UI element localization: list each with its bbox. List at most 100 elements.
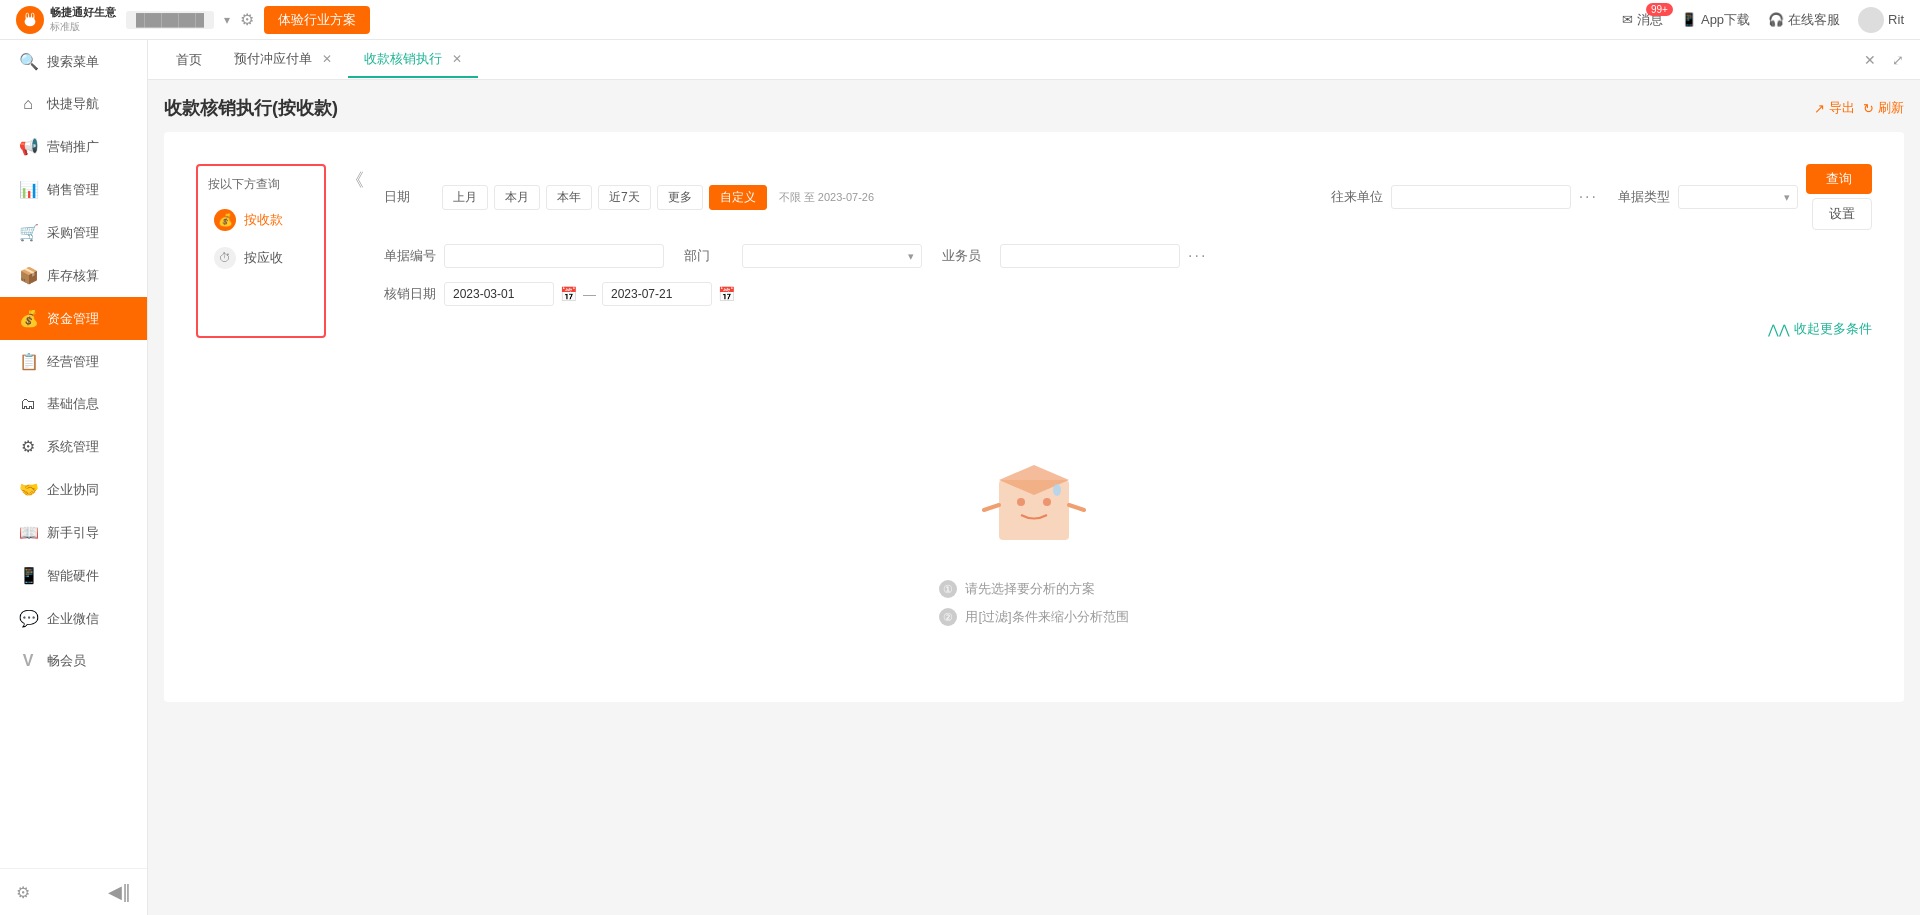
sidebar-item-wechat[interactable]: 💬 企业微信 bbox=[0, 597, 147, 640]
sidebar-item-guide[interactable]: 📖 新手引导 bbox=[0, 511, 147, 554]
refresh-button[interactable]: ↻ 刷新 bbox=[1863, 99, 1904, 117]
doc-no-input[interactable] bbox=[444, 244, 664, 268]
sidebar-label-system: 系统管理 bbox=[47, 438, 99, 456]
partner-input[interactable] bbox=[1391, 185, 1571, 209]
sidebar-collapse-icon[interactable]: ◀‖ bbox=[108, 881, 131, 903]
date-last-month-btn[interactable]: 上月 bbox=[442, 185, 488, 210]
verify-date-start-calendar-icon[interactable]: 📅 bbox=[560, 286, 577, 302]
query-button[interactable]: 查询 bbox=[1806, 164, 1872, 194]
date-more-btn[interactable]: 更多 bbox=[657, 185, 703, 210]
system-icon: ⚙ bbox=[19, 437, 37, 456]
online-service-button[interactable]: 🎧 在线客服 bbox=[1768, 11, 1840, 29]
doc-no-field: 单据编号 bbox=[384, 244, 664, 268]
export-icon: ↗ bbox=[1814, 101, 1825, 116]
app-download-button[interactable]: 📱 App下载 bbox=[1681, 11, 1750, 29]
doc-type-select-wrap bbox=[1678, 185, 1798, 209]
wechat-icon: 💬 bbox=[19, 609, 37, 628]
verify-date-end-calendar-icon[interactable]: 📅 bbox=[718, 286, 735, 302]
sidebar-item-finance[interactable]: 💰 资金管理 bbox=[0, 297, 147, 340]
sidebar-label-operation: 经营管理 bbox=[47, 353, 99, 371]
collapse-arrow-icon: ⋀⋀ bbox=[1768, 322, 1790, 337]
tab-home[interactable]: 首页 bbox=[160, 43, 218, 77]
tab-prepay[interactable]: 预付冲应付单 ✕ bbox=[218, 42, 348, 78]
sidebar-item-inventory[interactable]: 📦 库存核算 bbox=[0, 254, 147, 297]
staff-input[interactable] bbox=[1000, 244, 1180, 268]
filter-collapse-button[interactable]: 《 bbox=[342, 164, 368, 196]
sidebar-item-device[interactable]: 📱 智能硬件 bbox=[0, 554, 147, 597]
date-this-year-btn[interactable]: 本年 bbox=[546, 185, 592, 210]
empty-svg bbox=[969, 430, 1099, 560]
filter-row-2: 单据编号 部门 bbox=[384, 244, 1872, 268]
tab-expand-icon[interactable]: ⤢ bbox=[1888, 48, 1908, 72]
home-icon: ⌂ bbox=[19, 95, 37, 113]
sidebar-label-quicknav: 快捷导航 bbox=[47, 95, 99, 113]
doc-type-label: 单据类型 bbox=[1618, 188, 1670, 206]
sidebar-label-basic: 基础信息 bbox=[47, 395, 99, 413]
message-badge: 99+ bbox=[1646, 3, 1673, 16]
sidebar-item-member[interactable]: V 畅会员 bbox=[0, 640, 147, 682]
app-icon: 📱 bbox=[1681, 12, 1697, 27]
enterprise-icon: 🤝 bbox=[19, 480, 37, 499]
collapse-more-conditions-button[interactable]: ⋀⋀ 收起更多条件 bbox=[384, 320, 1872, 338]
sidebar-item-operation[interactable]: 📋 经营管理 bbox=[0, 340, 147, 383]
user-name: Rit bbox=[1888, 12, 1904, 27]
sidebar-item-marketing[interactable]: 📢 营销推广 bbox=[0, 125, 147, 168]
page-title: 收款核销执行(按收款) bbox=[164, 96, 338, 120]
filter-form: 日期 上月 本月 本年 近7天 更多 自定义 bbox=[384, 164, 1872, 338]
filter-option-by-receivable[interactable]: ⏱ 按应收 bbox=[208, 239, 314, 277]
staff-label: 业务员 bbox=[942, 247, 992, 265]
sidebar-settings-icon[interactable]: ⚙ bbox=[16, 883, 30, 902]
sidebar-item-quicknav[interactable]: ⌂ 快捷导航 bbox=[0, 83, 147, 125]
filter-option-by-receipt[interactable]: 💰 按收款 bbox=[208, 201, 314, 239]
tab-close-all-icon[interactable]: ✕ bbox=[1860, 48, 1880, 72]
sidebar-item-basic[interactable]: 🗂 基础信息 bbox=[0, 383, 147, 425]
verify-date-start-input[interactable]: 2023-03-01 bbox=[444, 282, 554, 306]
sales-icon: 📊 bbox=[19, 180, 37, 199]
tab-collection[interactable]: 收款核销执行 ✕ bbox=[348, 42, 478, 78]
sidebar-item-purchase[interactable]: 🛒 采购管理 bbox=[0, 211, 147, 254]
messages-button[interactable]: ✉ 消息 99+ bbox=[1622, 11, 1663, 29]
company-dropdown-icon[interactable]: ▾ bbox=[224, 13, 230, 27]
export-button[interactable]: ↗ 导出 bbox=[1814, 99, 1855, 117]
verify-date-end-input[interactable]: 2023-07-21 bbox=[602, 282, 712, 306]
sidebar-item-enterprise[interactable]: 🤝 企业协同 bbox=[0, 468, 147, 511]
doc-type-select[interactable] bbox=[1678, 185, 1798, 209]
sidebar-item-search[interactable]: 🔍 搜索菜单 bbox=[0, 40, 147, 83]
dept-select-wrap bbox=[742, 244, 922, 268]
date-custom-btn[interactable]: 自定义 bbox=[709, 185, 767, 210]
tab-prepay-close[interactable]: ✕ bbox=[322, 52, 332, 66]
doc-type-field: 单据类型 查询 设置 bbox=[1618, 164, 1872, 230]
dept-select[interactable] bbox=[742, 244, 922, 268]
sidebar-label-marketing: 营销推广 bbox=[47, 138, 99, 156]
sidebar-item-system[interactable]: ⚙ 系统管理 bbox=[0, 425, 147, 468]
partner-label: 往来单位 bbox=[1331, 188, 1383, 206]
date-7days-btn[interactable]: 近7天 bbox=[598, 185, 651, 210]
date-field: 日期 上月 本月 本年 近7天 更多 自定义 bbox=[384, 185, 874, 210]
refresh-icon: ↻ bbox=[1863, 101, 1874, 116]
verify-date-label: 核销日期 bbox=[384, 285, 436, 303]
date-range-separator: — bbox=[583, 287, 596, 302]
doc-no-label: 单据编号 bbox=[384, 247, 436, 265]
logo-icon bbox=[16, 6, 44, 34]
filter-panel-wrapper: 按以下方查询 💰 按收款 ⏱ 按应收 《 bbox=[164, 132, 1904, 702]
filter-sidebar-title: 按以下方查询 bbox=[208, 176, 314, 193]
hint-num-2: ② bbox=[939, 608, 957, 626]
sidebar-bottom: ⚙ ◀‖ bbox=[0, 868, 147, 915]
user-profile[interactable]: Rit bbox=[1858, 7, 1904, 33]
svg-line-10 bbox=[984, 505, 999, 510]
tab-bar-actions: ✕ ⤢ bbox=[1860, 48, 1908, 72]
industry-solution-button[interactable]: 体验行业方案 bbox=[264, 6, 370, 34]
sidebar-item-sales[interactable]: 📊 销售管理 bbox=[0, 168, 147, 211]
gear-icon[interactable]: ⚙ bbox=[240, 10, 254, 29]
company-name-display: ████████ bbox=[126, 11, 214, 29]
sidebar-label-device: 智能硬件 bbox=[47, 567, 99, 585]
dept-field: 部门 bbox=[684, 244, 922, 268]
inventory-icon: 📦 bbox=[19, 266, 37, 285]
date-this-month-btn[interactable]: 本月 bbox=[494, 185, 540, 210]
top-bar-right: ✉ 消息 99+ 📱 App下载 🎧 在线客服 Rit bbox=[1622, 7, 1904, 33]
staff-more-icon[interactable]: ··· bbox=[1188, 247, 1207, 265]
tab-collection-close[interactable]: ✕ bbox=[452, 52, 462, 66]
svg-line-11 bbox=[1069, 505, 1084, 510]
setting-button[interactable]: 设置 bbox=[1812, 198, 1872, 230]
partner-more-icon[interactable]: ··· bbox=[1579, 188, 1598, 206]
